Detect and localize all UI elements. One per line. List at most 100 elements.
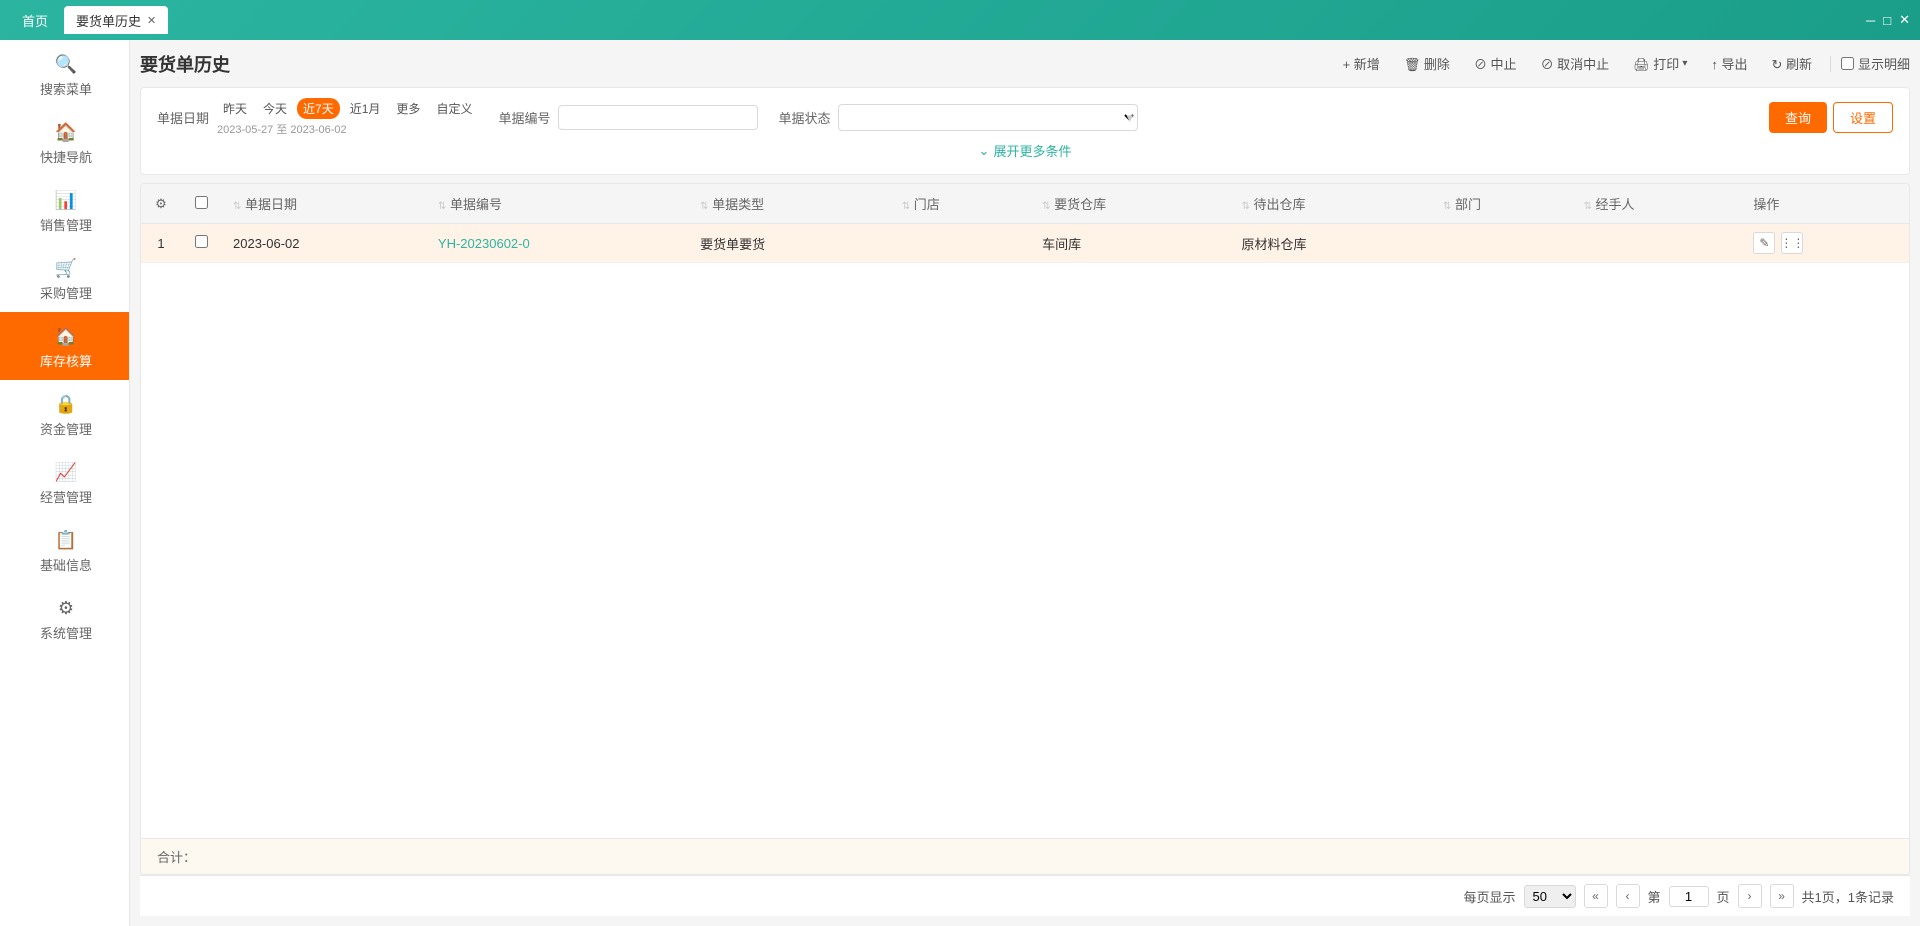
- sort-icon-doctype: ⇅: [700, 201, 708, 212]
- row-req-warehouse: 车间库: [1030, 224, 1229, 263]
- sidebar-label-inventory: 库存核算: [40, 351, 92, 370]
- filter-actions: 查询 设置: [1769, 102, 1893, 133]
- first-page-button[interactable]: «: [1584, 884, 1608, 908]
- sidebar-label-basic-info: 基础信息: [40, 555, 92, 574]
- last-page-button[interactable]: »: [1770, 884, 1794, 908]
- row-checkbox[interactable]: [195, 235, 208, 248]
- settings-button[interactable]: 设置: [1833, 102, 1893, 133]
- th-doc-number[interactable]: ⇅ 单据编号: [426, 184, 688, 224]
- sidebar-label-search: 搜索菜单: [40, 79, 92, 98]
- sort-icon-docnumber: ⇅: [438, 201, 446, 212]
- row-edit-button[interactable]: ✎: [1753, 232, 1775, 254]
- inventory-icon: 🏠: [55, 326, 77, 347]
- expand-more-row[interactable]: ⌄ 展开更多条件: [157, 137, 1893, 164]
- th-doc-type[interactable]: ⇅ 单据类型: [688, 184, 890, 224]
- doc-number-link[interactable]: YH-20230602-0: [438, 236, 530, 251]
- sidebar-item-operations[interactable]: 📈 经营管理: [0, 448, 129, 516]
- date-custom[interactable]: 自定义: [430, 98, 478, 119]
- top-bar: 首页 要货单历史 ✕ ─ □ ✕: [0, 0, 1920, 40]
- delete-button[interactable]: 🗑 删除: [1396, 50, 1458, 77]
- display-detail-toggle[interactable]: 显示明细: [1841, 54, 1910, 73]
- new-button[interactable]: + 新增: [1335, 50, 1388, 77]
- page-title: 要货单历史: [140, 51, 230, 77]
- next-page-button[interactable]: ›: [1738, 884, 1762, 908]
- tab-close-icon[interactable]: ✕: [147, 14, 156, 27]
- th-doc-date[interactable]: ⇅ 单据日期: [221, 184, 426, 224]
- docnumber-filter-label: 单据编号: [498, 108, 550, 127]
- sidebar-label-shortcuts: 快捷导航: [40, 147, 92, 166]
- tab-bar: 首页 要货单历史 ✕: [10, 6, 1866, 34]
- toolbar: + 新增 🗑 删除 ⊘ 中止 ⊘ 取消中止 🖨 打印 ▾ ↑ 导出: [1335, 50, 1910, 77]
- row-doc-number: YH-20230602-0: [426, 224, 688, 263]
- maximize-button[interactable]: □: [1883, 13, 1891, 28]
- sidebar-item-sales[interactable]: 📊 销售管理: [0, 176, 129, 244]
- th-store[interactable]: ⇅ 门店: [890, 184, 1030, 224]
- minimize-button[interactable]: ─: [1866, 13, 1875, 28]
- docnumber-input[interactable]: [558, 105, 758, 130]
- status-select[interactable]: [838, 104, 1138, 131]
- page-size-label: 每页显示: [1463, 887, 1515, 906]
- display-detail-checkbox[interactable]: [1841, 57, 1854, 70]
- data-table: ⚙ ⇅ 单据日期 ⇅ 单据编号: [141, 184, 1909, 263]
- refresh-button[interactable]: ↻ 刷新: [1763, 50, 1820, 77]
- row-delete-button[interactable]: ⋮⋮: [1781, 232, 1803, 254]
- date-range-display: 2023-05-27 至 2023-06-02: [217, 121, 478, 137]
- toolbar-divider: [1830, 56, 1831, 72]
- query-button[interactable]: 查询: [1769, 102, 1827, 133]
- date-1month[interactable]: 近1月: [344, 98, 387, 119]
- sidebar-item-system[interactable]: ⚙ 系统管理: [0, 584, 129, 652]
- th-handler[interactable]: ⇅ 经手人: [1571, 184, 1741, 224]
- shortcuts-icon: 🏠: [55, 122, 77, 143]
- sidebar-item-search[interactable]: 🔍 搜索菜单: [0, 40, 129, 108]
- page-size-select[interactable]: 50 20 100 200: [1524, 885, 1576, 908]
- filter-date-group: 单据日期 昨天 今天 近7天 近1月 更多 自定义 2023-05-27 至 2…: [157, 98, 478, 137]
- row-store: [890, 224, 1030, 263]
- cancel-stop-button[interactable]: ⊘ 取消中止: [1533, 50, 1618, 77]
- sidebar-item-basic-info[interactable]: 📋 基础信息: [0, 516, 129, 584]
- sidebar-item-purchase[interactable]: 🛒 采购管理: [0, 244, 129, 312]
- sidebar-item-inventory[interactable]: 🏠 库存核算: [0, 312, 129, 380]
- stop-label: ⊘ 中止: [1474, 54, 1517, 73]
- page-label: 页: [1717, 887, 1730, 906]
- th-pending-warehouse[interactable]: ⇅ 待出仓库: [1229, 184, 1431, 224]
- close-button[interactable]: ✕: [1899, 12, 1910, 28]
- date-today[interactable]: 今天: [257, 98, 293, 119]
- display-detail-label: 显示明细: [1858, 54, 1910, 73]
- sidebar-item-finance[interactable]: 🔒 资金管理: [0, 380, 129, 448]
- page-number-input[interactable]: [1669, 886, 1709, 907]
- date-more[interactable]: 更多: [390, 98, 426, 119]
- sidebar-label-system: 系统管理: [40, 623, 92, 642]
- filter-status-group: 单据状态 ▾: [778, 104, 1749, 131]
- date-yesterday[interactable]: 昨天: [217, 98, 253, 119]
- sidebar: 🔍 搜索菜单 🏠 快捷导航 📊 销售管理 🛒 采购管理 🏠 库存核算 🔒 资金管…: [0, 40, 130, 926]
- th-req-warehouse[interactable]: ⇅ 要货仓库: [1030, 184, 1229, 224]
- filter-docnumber-group: 单据编号: [498, 105, 758, 130]
- tab-requisition-label: 要货单历史: [76, 11, 141, 30]
- system-icon: ⚙: [58, 598, 74, 619]
- table-container: ⚙ ⇅ 单据日期 ⇅ 单据编号: [140, 183, 1910, 875]
- content-area: 要货单历史 + 新增 🗑 删除 ⊘ 中止 ⊘ 取消中止 🖨 打印 ▾: [130, 40, 1920, 926]
- sidebar-item-shortcuts[interactable]: 🏠 快捷导航: [0, 108, 129, 176]
- print-button[interactable]: 🖨 打印 ▾: [1625, 50, 1695, 77]
- th-settings[interactable]: ⚙: [141, 184, 181, 224]
- stop-button[interactable]: ⊘ 中止: [1466, 50, 1525, 77]
- table-row: 1 2023-06-02 YH-20230602-0 要货单要货 车间库 原材料…: [141, 224, 1909, 263]
- select-all-checkbox[interactable]: [195, 196, 208, 209]
- refresh-label: ↻ 刷新: [1771, 54, 1812, 73]
- filter-bar: 单据日期 昨天 今天 近7天 近1月 更多 自定义 2023-05-27 至 2…: [140, 87, 1910, 175]
- prev-page-button[interactable]: ‹: [1616, 884, 1640, 908]
- main-layout: 🔍 搜索菜单 🏠 快捷导航 📊 销售管理 🛒 采购管理 🏠 库存核算 🔒 资金管…: [0, 40, 1920, 926]
- print-dropdown-icon[interactable]: ▾: [1682, 58, 1687, 69]
- basic-info-icon: 📋: [55, 530, 77, 551]
- row-doc-type: 要货单要货: [688, 224, 890, 263]
- th-department[interactable]: ⇅ 部门: [1431, 184, 1571, 224]
- tab-home[interactable]: 首页: [10, 6, 60, 34]
- row-handler: [1571, 224, 1741, 263]
- settings-icon[interactable]: ⚙: [155, 196, 167, 211]
- tab-requisition-history[interactable]: 要货单历史 ✕: [64, 6, 168, 34]
- export-label: ↑ 导出: [1711, 54, 1747, 73]
- date-7days[interactable]: 近7天: [297, 98, 340, 119]
- export-button[interactable]: ↑ 导出: [1703, 50, 1755, 77]
- row-department: [1431, 224, 1571, 263]
- delete-label: 🗑 删除: [1404, 54, 1450, 73]
